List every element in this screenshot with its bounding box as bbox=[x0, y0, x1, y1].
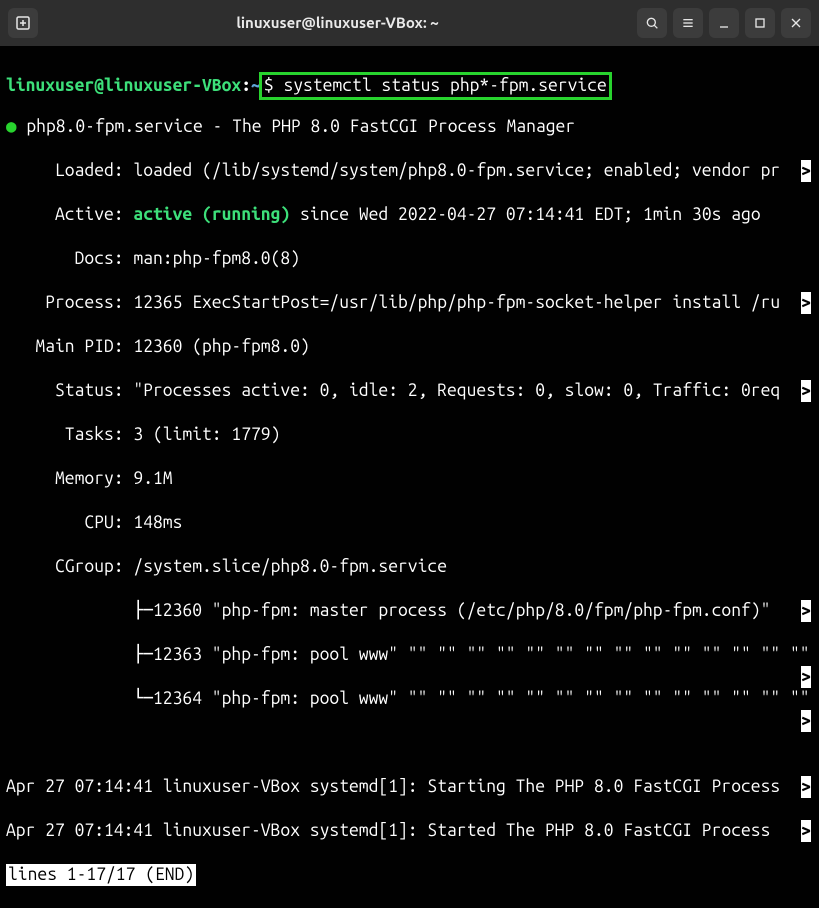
output-line: Apr 27 07:14:41 linuxuser-VBox systemd[1… bbox=[6, 776, 815, 798]
prompt-line: linuxuser@linuxuser-VBox:~$ systemctl st… bbox=[6, 72, 815, 94]
output-line: Active: active (running) since Wed 2022-… bbox=[6, 204, 815, 226]
prompt-userhost: linuxuser@linuxuser-VBox bbox=[6, 76, 241, 95]
output-line: CPU: 148ms bbox=[6, 512, 815, 534]
terminal-body[interactable]: linuxuser@linuxuser-VBox:~$ systemctl st… bbox=[0, 46, 819, 908]
output-line: ├─12363 "php-fpm: pool www" "" "" "" "" … bbox=[6, 644, 815, 666]
output-line: Loaded: loaded (/lib/systemd/system/php8… bbox=[6, 160, 815, 182]
output-line: Process: 12365 ExecStartPost=/usr/lib/ph… bbox=[6, 292, 815, 314]
command-text: systemctl status php*-fpm.service bbox=[283, 76, 606, 95]
scroll-indicator-icon: > bbox=[801, 380, 811, 402]
window-title: linuxuser@linuxuser-VBox: ~ bbox=[44, 12, 631, 34]
close-button[interactable] bbox=[781, 8, 811, 38]
command-highlight-box: $ systemctl status php*-fpm.service bbox=[259, 72, 612, 100]
pager-status-line: lines 1-17/17 (END) bbox=[6, 864, 815, 886]
output-line: Tasks: 3 (limit: 1779) bbox=[6, 424, 815, 446]
service-header: php8.0-fpm.service - The PHP 8.0 FastCGI… bbox=[26, 117, 575, 136]
hamburger-menu-button[interactable] bbox=[673, 8, 703, 38]
search-button[interactable] bbox=[637, 8, 667, 38]
scroll-indicator-icon: > bbox=[801, 600, 811, 622]
window-titlebar: linuxuser@linuxuser-VBox: ~ bbox=[0, 0, 819, 46]
output-line: Docs: man:php-fpm8.0(8) bbox=[6, 248, 815, 270]
output-line: Status: "Processes active: 0, idle: 2, R… bbox=[6, 380, 815, 402]
output-line: └─12364 "php-fpm: pool www" "" "" "" "" … bbox=[6, 688, 815, 710]
prompt-colon: : bbox=[241, 76, 251, 95]
scroll-indicator-icon: > bbox=[801, 820, 811, 842]
output-line: Apr 27 07:14:41 linuxuser-VBox systemd[1… bbox=[6, 820, 815, 842]
scroll-indicator-icon: > bbox=[801, 160, 811, 182]
maximize-button[interactable] bbox=[745, 8, 775, 38]
active-status: active (running) bbox=[133, 205, 290, 224]
output-line: ├─12360 "php-fpm: master process (/etc/p… bbox=[6, 600, 815, 622]
pager-end-text: lines 1-17/17 (END) bbox=[6, 864, 196, 886]
output-line: CGroup: /system.slice/php8.0-fpm.service bbox=[6, 556, 815, 578]
minimize-button[interactable] bbox=[709, 8, 739, 38]
output-line bbox=[6, 732, 815, 754]
scroll-indicator-icon: > bbox=[801, 292, 811, 314]
prompt-dollar: $ bbox=[264, 76, 284, 95]
status-bullet-icon: ● bbox=[6, 117, 17, 136]
output-line: Memory: 9.1M bbox=[6, 468, 815, 490]
scroll-indicator-icon: > bbox=[801, 710, 811, 732]
scroll-indicator-icon: > bbox=[801, 776, 811, 798]
new-tab-button[interactable] bbox=[8, 8, 38, 38]
scroll-indicator-icon: > bbox=[801, 666, 811, 688]
output-line: ● php8.0-fpm.service - The PHP 8.0 FastC… bbox=[6, 116, 815, 138]
output-line: Main PID: 12360 (php-fpm8.0) bbox=[6, 336, 815, 358]
